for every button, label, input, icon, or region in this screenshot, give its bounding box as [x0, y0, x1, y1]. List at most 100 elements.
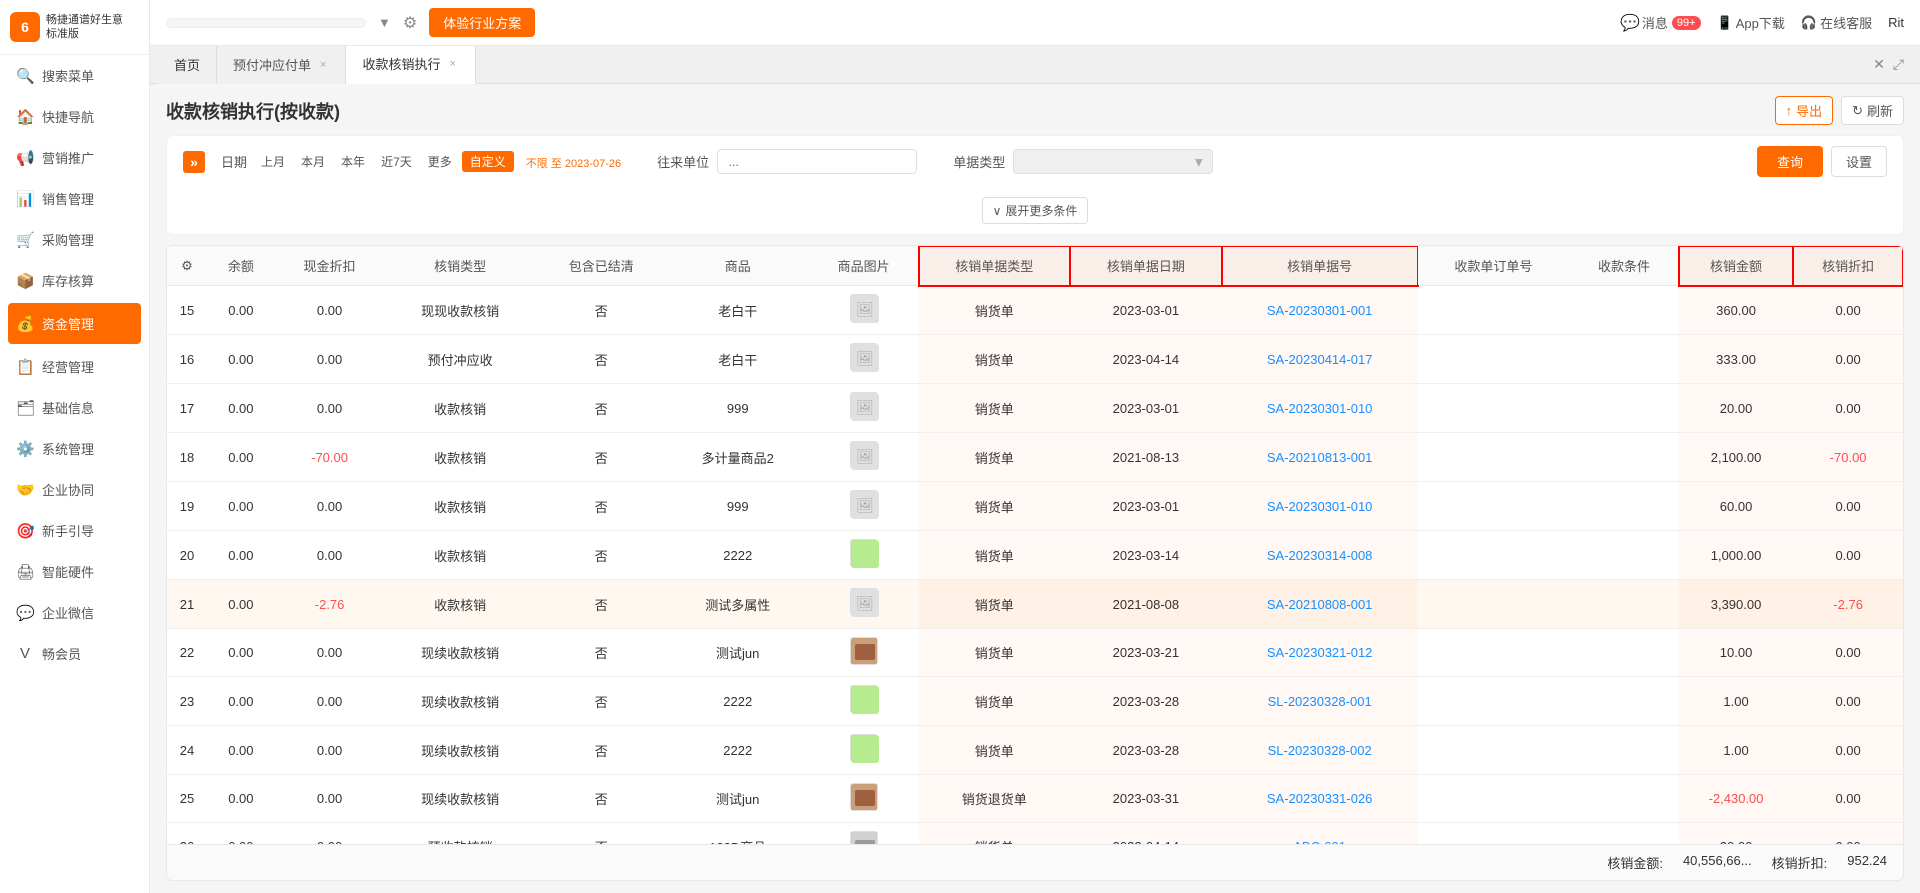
bill-no-link[interactable]: SL-20230328-001 — [1268, 694, 1372, 709]
tab-prepay[interactable]: 预付冲应付单 × — [217, 46, 346, 84]
table-cell: 否 — [536, 482, 667, 531]
tab-prepay-close[interactable]: × — [317, 58, 329, 72]
table-cell — [1569, 286, 1679, 335]
table-cell: 老白干 — [667, 286, 809, 335]
bill-no-link[interactable]: SA-20210813-001 — [1267, 450, 1373, 465]
sidebar-item-finance[interactable]: 💰 资金管理 — [8, 303, 141, 344]
date-btn-this-month[interactable]: 本月 — [295, 151, 331, 172]
table-cell: 收款核销 — [384, 482, 536, 531]
bill-no-link[interactable]: SA-20210808-001 — [1267, 597, 1373, 612]
tab-verify[interactable]: 收款核销执行 × — [346, 46, 475, 84]
bill-no-link[interactable]: SL-20230328-002 — [1268, 743, 1372, 758]
date-btn-more[interactable]: 更多 — [422, 151, 458, 172]
tab-verify-close[interactable]: × — [446, 57, 458, 71]
table-cell — [1418, 580, 1570, 629]
app-download-link[interactable]: 📱 App下载 — [1717, 13, 1785, 32]
date-btn-this-year[interactable]: 本年 — [335, 151, 371, 172]
table-row: 220.000.00现续收款核销否测试jun销货单2023-03-21SA-20… — [167, 629, 1903, 677]
filter-collapse-button[interactable]: » — [183, 151, 205, 173]
th-goods-image: 商品图片 — [809, 246, 919, 286]
table-cell-verify-amount: 10.00 — [1679, 629, 1793, 677]
table-cell-bill-date: 2021-08-13 — [1070, 433, 1222, 482]
page-actions: ↑ 导出 ↻ 刷新 — [1775, 96, 1904, 125]
table-cell — [1418, 286, 1570, 335]
table-cell-bill-no: SA-20230331-026 — [1222, 775, 1418, 823]
user-name[interactable]: Rit — [1888, 15, 1904, 30]
table-cell — [1418, 775, 1570, 823]
sidebar-item-basic-info[interactable]: 🗂 基础信息 — [0, 387, 149, 428]
table-cell — [1418, 531, 1570, 580]
bill-no-link[interactable]: SA-20230331-026 — [1267, 791, 1373, 806]
sidebar-item-collab[interactable]: 🤝 企业协同 — [0, 469, 149, 510]
tab-close-all-icon[interactable]: ✕ — [1873, 56, 1885, 73]
sidebar-item-hardware[interactable]: 🖨 智能硬件 — [0, 551, 149, 592]
table-header-row: ⚙ 余额 现金折扣 核销类型 包含已结清 商品 商品图片 核销单据类型 核销单据… — [167, 246, 1903, 286]
sidebar-item-operations[interactable]: 📋 经营管理 — [0, 346, 149, 387]
purchase-icon: 🛒 — [16, 231, 34, 249]
th-verify-discount: 核销折扣 — [1793, 246, 1903, 286]
tab-expand-icon[interactable]: ⤢ — [1893, 56, 1904, 73]
table-cell: 现续收款核销 — [384, 629, 536, 677]
sidebar-item-marketing[interactable]: 📢 营销推广 — [0, 137, 149, 178]
svg-text:🖼: 🖼 — [856, 350, 874, 366]
sidebar-item-search[interactable]: 🔍 搜索菜单 — [0, 55, 149, 96]
bill-no-link[interactable]: SA-20230301-001 — [1267, 303, 1373, 318]
table-cell-bill-type: 销货单 — [919, 286, 1071, 335]
bill-type-select[interactable] — [1013, 149, 1213, 174]
sidebar-item-inventory[interactable]: 📦 库存核算 — [0, 260, 149, 301]
table-cell — [1569, 384, 1679, 433]
sidebar-item-system[interactable]: ⚙️ 系统管理 — [0, 428, 149, 469]
table-cell: 否 — [536, 433, 667, 482]
expand-more-conditions-button[interactable]: ∨ 展开更多条件 — [982, 197, 1089, 224]
export-button[interactable]: ↑ 导出 — [1775, 96, 1834, 125]
bill-no-link[interactable]: SA-20230314-008 — [1267, 548, 1373, 563]
message-area[interactable]: 💬 消息 99+ — [1620, 13, 1701, 33]
partner-input[interactable] — [717, 149, 917, 174]
sidebar-item-label: 销售管理 — [42, 189, 94, 208]
table-cell-verify-discount: 0.00 — [1793, 677, 1903, 726]
hardware-icon: 🖨 — [16, 563, 34, 581]
online-service-link[interactable]: 🎧 在线客服 — [1801, 13, 1872, 32]
table-cell — [809, 726, 919, 775]
industry-solution-button[interactable]: 体验行业方案 — [429, 8, 535, 37]
bill-no-link[interactable]: SA-20230414-017 — [1267, 352, 1373, 367]
table-scroll-area[interactable]: ⚙ 余额 现金折扣 核销类型 包含已结清 商品 商品图片 核销单据类型 核销单据… — [167, 246, 1903, 844]
goods-image-placeholder — [850, 637, 878, 665]
goods-image-placeholder: 🖼 — [850, 294, 878, 322]
table-cell-bill-date: 2023-03-31 — [1070, 775, 1222, 823]
table-row: 250.000.00现续收款核销否测试jun销货退货单2023-03-31SA-… — [167, 775, 1903, 823]
date-btn-7days[interactable]: 近7天 — [375, 151, 418, 172]
date-btn-last-month[interactable]: 上月 — [255, 151, 291, 172]
topbar-dropdown-icon[interactable]: ▼ — [378, 15, 391, 30]
table-cell-verify-discount: 0.00 — [1793, 335, 1903, 384]
refresh-button[interactable]: ↻ 刷新 — [1841, 96, 1904, 125]
sidebar-item-guide[interactable]: 🎯 新手引导 — [0, 510, 149, 551]
bill-no-link[interactable]: SA-20230301-010 — [1267, 401, 1373, 416]
sidebar-item-label: 系统管理 — [42, 439, 94, 458]
collab-icon: 🤝 — [16, 481, 34, 499]
page-header: 收款核销执行(按收款) ↑ 导出 ↻ 刷新 — [166, 96, 1904, 125]
sidebar-item-label: 采购管理 — [42, 230, 94, 249]
tab-home[interactable]: 首页 — [158, 46, 217, 84]
sidebar-item-member[interactable]: V 畅会员 — [0, 633, 149, 674]
bill-no-link[interactable]: SA-20230301-010 — [1267, 499, 1373, 514]
table-cell — [1418, 433, 1570, 482]
sidebar-item-label: 搜索菜单 — [42, 66, 94, 85]
query-button[interactable]: 查询 — [1757, 146, 1823, 177]
filter-bar: » 日期 上月 本月 本年 近7天 更多 自定义 不限 至 2023-07-26… — [166, 135, 1904, 235]
table-cell-bill-type: 销货单 — [919, 726, 1071, 775]
footer-verify-discount-label: 核销折扣: — [1772, 853, 1828, 872]
date-btn-custom[interactable]: 自定义 — [462, 151, 514, 172]
sidebar-item-nav[interactable]: 🏠 快捷导航 — [0, 96, 149, 137]
settings-icon[interactable]: ⚙ — [181, 258, 193, 273]
sidebar-item-wechat[interactable]: 💬 企业微信 — [0, 592, 149, 633]
bill-type-label: 单据类型 — [953, 152, 1005, 171]
table-cell: 24 — [167, 726, 207, 775]
table-cell: 0.00 — [207, 775, 275, 823]
topbar-gear-icon[interactable]: ⚙ — [403, 13, 417, 33]
filter-settings-button[interactable]: 设置 — [1831, 146, 1887, 177]
sidebar-item-purchase[interactable]: 🛒 采购管理 — [0, 219, 149, 260]
bill-no-link[interactable]: SA-20230321-012 — [1267, 645, 1373, 660]
table-cell: 测试jun — [667, 775, 809, 823]
sidebar-item-sales[interactable]: 📊 销售管理 — [0, 178, 149, 219]
